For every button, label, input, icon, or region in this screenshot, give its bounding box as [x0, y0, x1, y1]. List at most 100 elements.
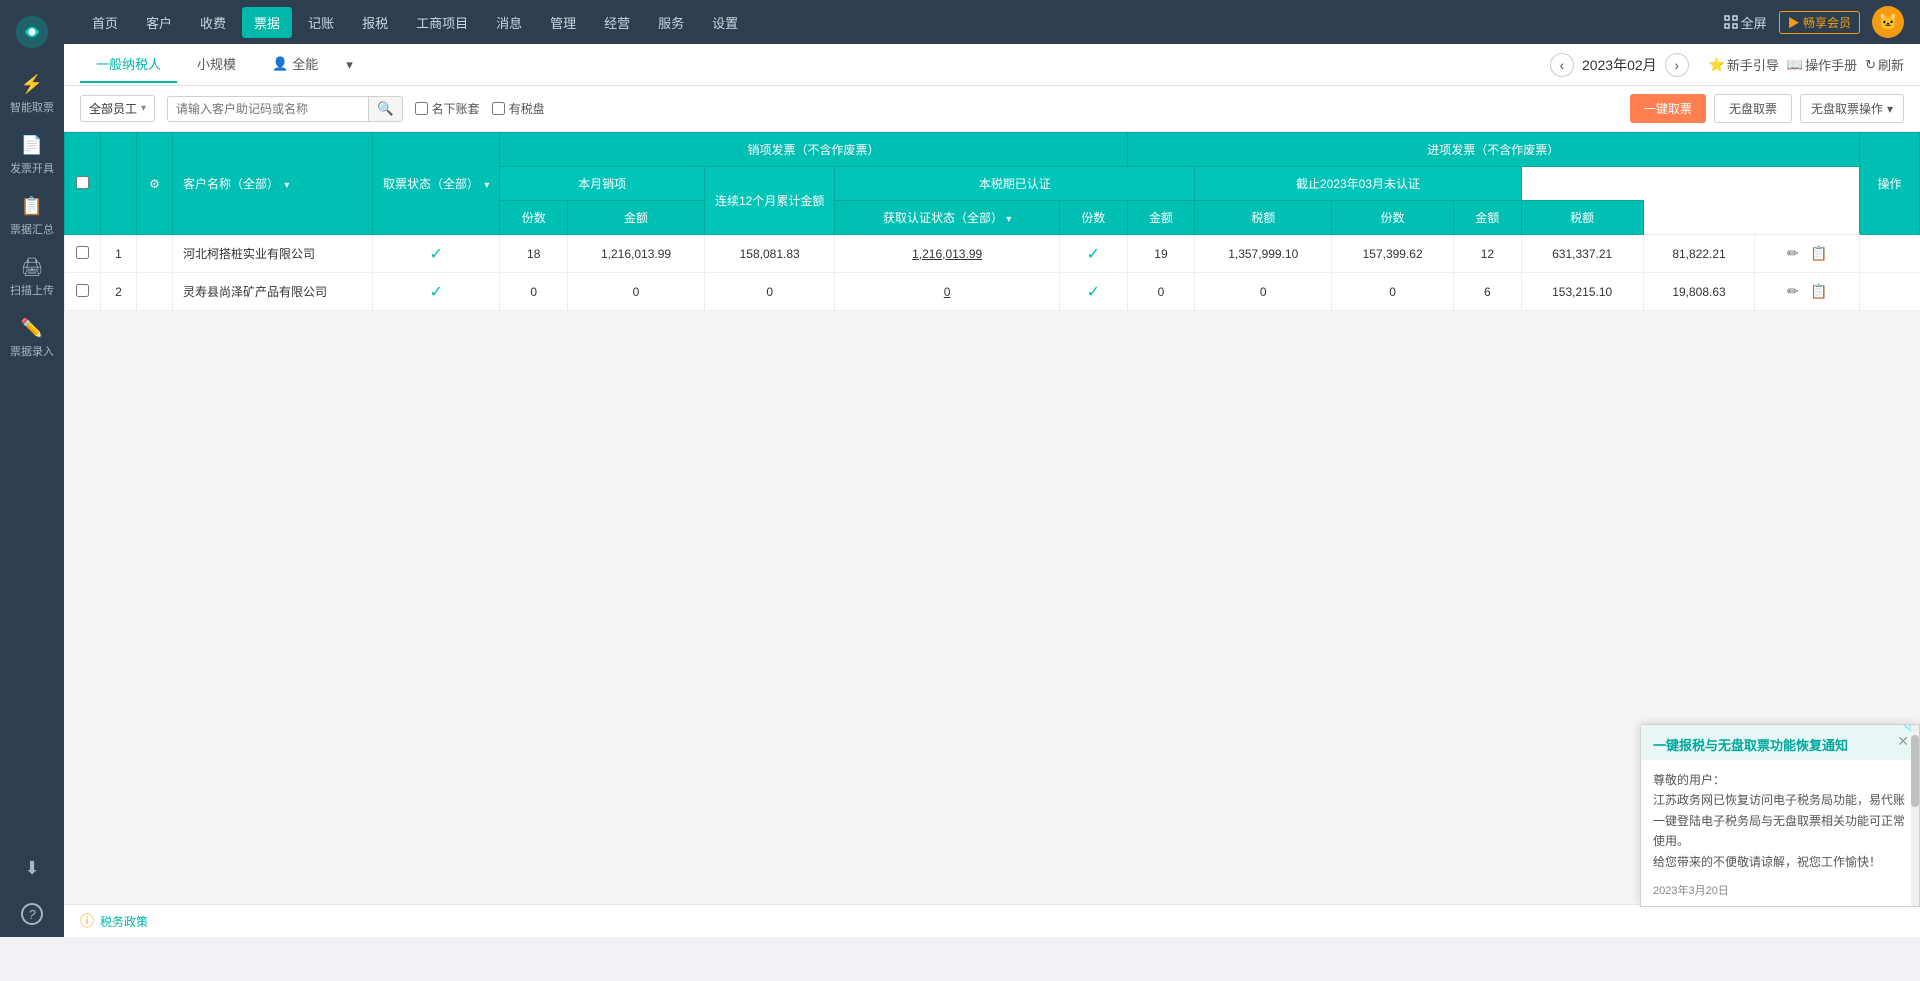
nav-business[interactable]: 工商项目 — [404, 7, 480, 38]
tab-small-scale-label: 小规模 — [197, 54, 236, 73]
account-filter-label[interactable]: 名下账套 — [415, 100, 480, 117]
settings-icon[interactable]: ⚙ — [149, 177, 160, 191]
tax-disk-filter-text: 有税盘 — [509, 100, 545, 117]
popup-scrollbar[interactable] — [1911, 725, 1919, 906]
employee-select-arrow: ▾ — [141, 103, 146, 114]
accumulate-link-2[interactable]: 0 — [944, 285, 951, 299]
sidebar-item-invoice-summary[interactable]: 📋 票据汇总 — [0, 186, 64, 247]
filter-icon-2: ▾ — [484, 180, 489, 191]
nav-accounting[interactable]: 记账 — [296, 7, 346, 38]
th-sales-invoice-group: 销项发票（不含作废票） — [500, 133, 1127, 167]
search-button[interactable]: 🔍 — [368, 97, 402, 121]
tax-policy-link[interactable]: 税务政策 — [100, 913, 148, 930]
nav-service[interactable]: 服务 — [646, 7, 696, 38]
row-1-checkbox[interactable] — [76, 246, 89, 259]
th-checkbox — [65, 133, 101, 235]
popup-body-line1: 尊敬的用户： — [1653, 770, 1907, 790]
th-cert-status[interactable]: 获取认证状态（全部） ▾ — [835, 201, 1060, 235]
td-cert-status-2: ✓ — [1059, 273, 1127, 311]
td-uncert-amount-2: 153,215.10 — [1521, 273, 1643, 311]
th-uncertified-march: 截止2023年03月未认证 — [1195, 167, 1521, 201]
td-checkbox-2[interactable] — [65, 273, 101, 311]
tax-disk-filter-label[interactable]: 有税盘 — [492, 100, 545, 117]
tab-all[interactable]: 👤 全能 — [256, 46, 334, 83]
manual-button[interactable]: 📖 操作手册 — [1787, 55, 1857, 74]
member-button[interactable]: ▶ 畅享会员 — [1779, 11, 1860, 34]
no-disk-fetch-button[interactable]: 无盘取票 — [1714, 94, 1792, 123]
select-all-checkbox[interactable] — [76, 176, 89, 189]
user-avatar[interactable]: 🐱 — [1872, 6, 1904, 38]
nav-home[interactable]: 首页 — [80, 7, 130, 38]
app-logo[interactable] — [12, 12, 52, 52]
tab-more-button[interactable]: ▾ — [338, 49, 361, 81]
sidebar-item-scan-upload-label: 扫描上传 — [10, 282, 54, 298]
employee-select[interactable]: 全部员工 ▾ — [80, 95, 155, 122]
popup-title: 一键报税与无盘取票功能恢复通知 — [1653, 735, 1907, 754]
nav-management[interactable]: 管理 — [538, 7, 588, 38]
edit-button-2[interactable]: ✏ — [1783, 281, 1803, 302]
td-uncert-tax-1: 81,822.21 — [1643, 235, 1755, 273]
th-fetch-status[interactable]: 取票状态（全部） ▾ — [373, 133, 500, 235]
topnav-right-section: 全屏 ▶ 畅享会员 🐱 — [1724, 6, 1904, 38]
th-cert-tax: 税额 — [1195, 201, 1332, 235]
popup-close-button[interactable]: ✕ — [1897, 733, 1909, 750]
edit-button-1[interactable]: ✏ — [1783, 243, 1803, 264]
popup-date: 2023年3月20日 — [1641, 882, 1919, 906]
date-prev-button[interactable]: ‹ — [1550, 53, 1574, 77]
td-checkbox-1[interactable] — [65, 235, 101, 273]
sidebar-item-smart-fetch[interactable]: ⚡ 智能取票 — [0, 64, 64, 125]
tab-small-scale[interactable]: 小规模 — [181, 46, 252, 83]
sidebar-item-download[interactable]: ⬇ — [21, 846, 43, 891]
th-customer-name[interactable]: 客户名称（全部） ▾ — [173, 133, 373, 235]
copy-button-2[interactable]: 📋 — [1806, 281, 1831, 302]
nav-message[interactable]: 消息 — [484, 7, 534, 38]
td-accumulate-1[interactable]: 1,216,013.99 — [835, 235, 1060, 273]
popup-body: 尊敬的用户： 江苏政务网已恢复访问电子税务局功能，易代账一键登陆电子税务局与无盘… — [1641, 760, 1919, 882]
tab-bar: 一般纳税人 小规模 👤 全能 ▾ ‹ 2023年02月 › ⭐ 新手引导 📖 操… — [64, 44, 1920, 86]
row-2-checkbox[interactable] — [76, 284, 89, 297]
cert-status-check-icon-2: ✓ — [1087, 284, 1100, 301]
search-box: 🔍 — [167, 96, 403, 122]
th-purchase-invoice-group: 进项发票（不含作废票） — [1127, 133, 1859, 167]
cert-status-check-icon-1: ✓ — [1087, 246, 1100, 263]
td-settings-2 — [137, 273, 173, 311]
tax-disk-filter-checkbox[interactable] — [492, 102, 505, 115]
th-uncert-tax: 税额 — [1521, 201, 1643, 235]
table-row: 2 灵寿县尚泽矿产品有限公司 ✓ 0 0 0 0 ✓ 0 0 0 6 153,2… — [65, 273, 1920, 311]
refresh-button[interactable]: ↻ 刷新 — [1865, 55, 1904, 74]
date-next-button[interactable]: › — [1665, 53, 1689, 77]
sidebar-item-issue-invoice-label: 发票开具 — [10, 160, 54, 176]
account-filter-checkbox[interactable] — [415, 102, 428, 115]
help-icon: ? — [21, 903, 43, 925]
new-guide-button[interactable]: ⭐ 新手引导 — [1709, 55, 1779, 74]
sidebar-item-issue-invoice[interactable]: 📄 发票开具 — [0, 125, 64, 186]
sidebar-item-invoice-summary-label: 票据汇总 — [10, 221, 54, 237]
tab-all-label: 全能 — [292, 54, 318, 73]
tab-general-taxpayer[interactable]: 一般纳税人 — [80, 46, 177, 83]
nav-settings[interactable]: 设置 — [700, 7, 750, 38]
dropdown-arrow-icon: ▾ — [1887, 102, 1893, 116]
sidebar-item-data-entry[interactable]: ✏️ 票据录入 — [0, 308, 64, 369]
td-fetch-status-2: ✓ — [373, 273, 500, 311]
one-click-fetch-button[interactable]: 一键取票 — [1630, 94, 1706, 123]
search-input[interactable] — [168, 98, 368, 120]
td-sales-amount-2: 0 — [568, 273, 705, 311]
copy-button-1[interactable]: 📋 — [1806, 243, 1831, 264]
smart-fetch-icon: ⚡ — [21, 74, 43, 95]
sidebar-item-help[interactable]: ? — [21, 891, 43, 937]
sidebar-item-scan-upload[interactable]: 🖨 扫描上传 — [0, 247, 64, 308]
th-uncert-amount: 金额 — [1454, 201, 1522, 235]
nav-invoice[interactable]: 票据 — [242, 7, 292, 38]
table-row: 1 河北柯搭桩实业有限公司 ✓ 18 1,216,013.99 158,081.… — [65, 235, 1920, 273]
accumulate-link-1[interactable]: 1,216,013.99 — [912, 247, 982, 261]
nav-operation[interactable]: 经营 — [592, 7, 642, 38]
fullscreen-icon[interactable]: 全屏 — [1724, 13, 1767, 32]
popup-body-line2: 江苏政务网已恢复访问电子税务局功能，易代账一键登陆电子税务局与无盘取票相关功能可… — [1653, 790, 1907, 851]
top-navigation: 首页 客户 收费 票据 记账 报税 工商项目 消息 管理 经营 服务 设置 全屏… — [64, 0, 1920, 44]
no-disk-ops-button[interactable]: 无盘取票操作 ▾ — [1800, 94, 1904, 123]
nav-billing[interactable]: 收费 — [188, 7, 238, 38]
nav-tax[interactable]: 报税 — [350, 7, 400, 38]
nav-client[interactable]: 客户 — [134, 7, 184, 38]
td-cert-tax-1: 157,399.62 — [1332, 235, 1454, 273]
td-accumulate-2[interactable]: 0 — [835, 273, 1060, 311]
